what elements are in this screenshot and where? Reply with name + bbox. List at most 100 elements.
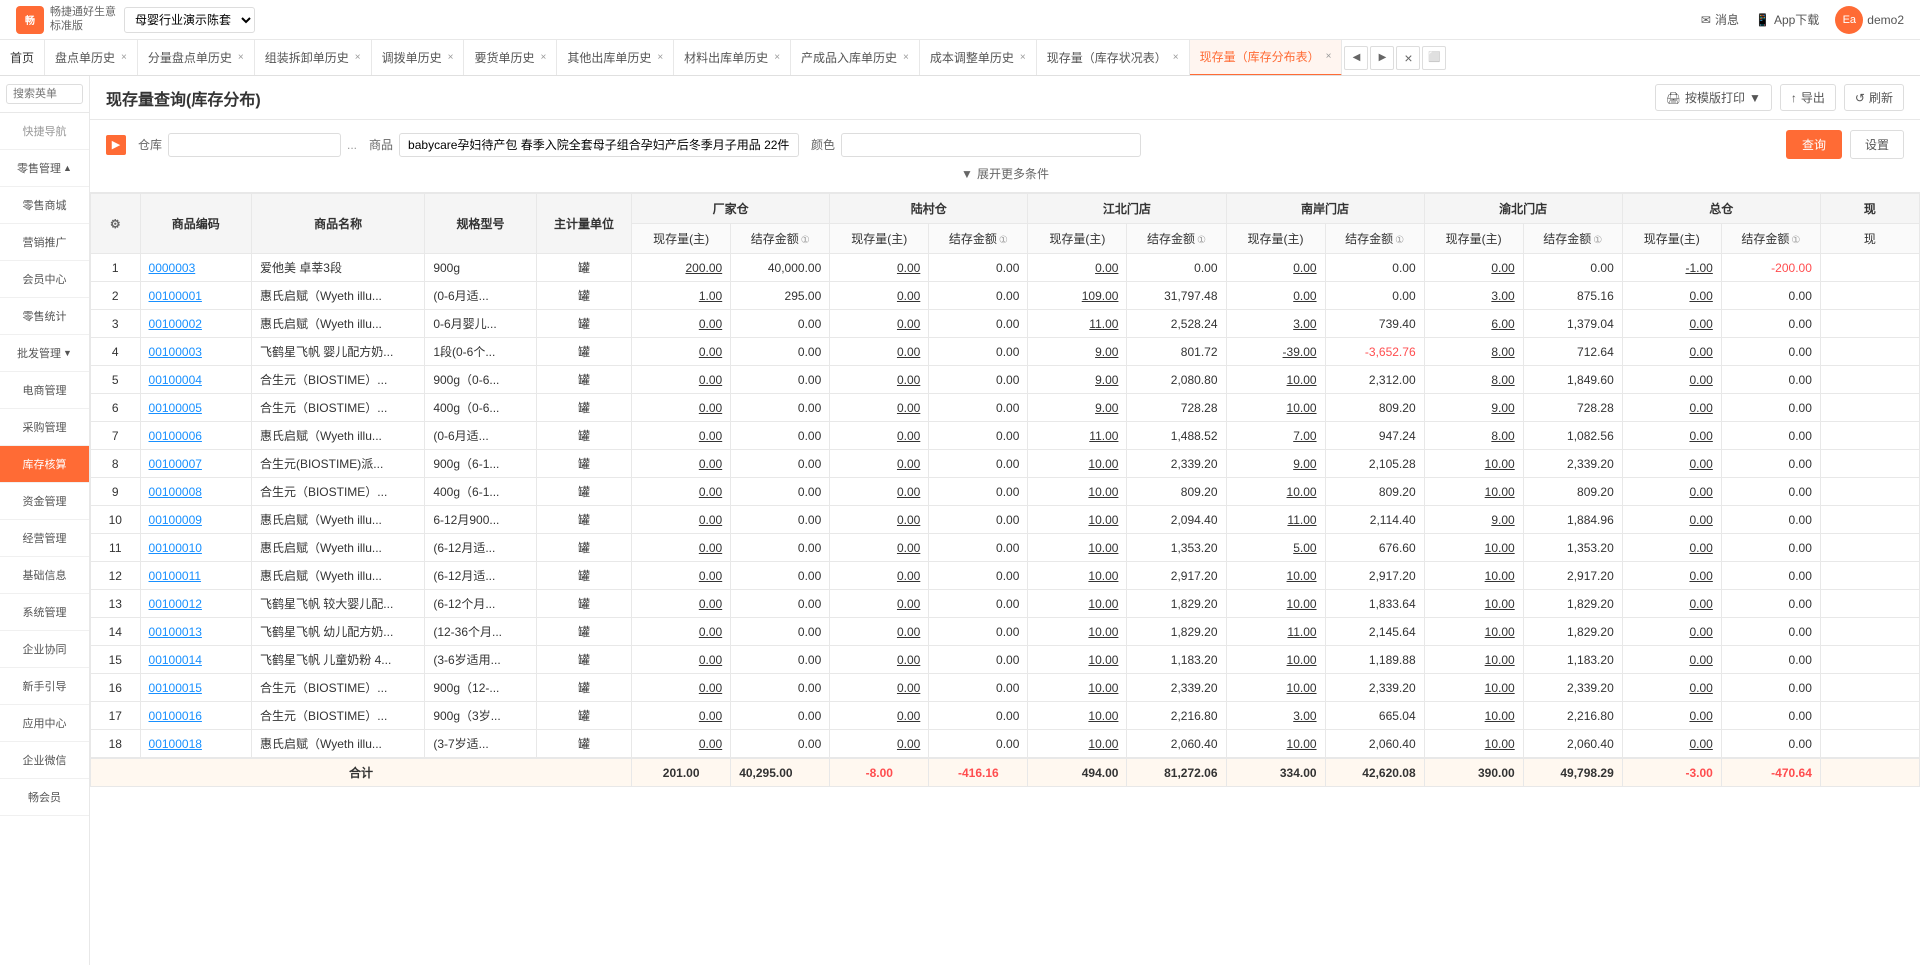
cell-code[interactable]: 00100006 (140, 422, 251, 450)
tab-9[interactable]: 成本调整单历史 × (920, 40, 1037, 76)
warehouse-input[interactable] (168, 133, 341, 157)
sidebar-item-member2[interactable]: 畅会员 (0, 779, 89, 816)
cell-factory-qty[interactable]: 0.00 (632, 702, 731, 730)
tab-expand-btn[interactable]: ⬜ (1422, 46, 1446, 70)
cell-total-qty[interactable]: 0.00 (1622, 338, 1721, 366)
sidebar-item-system[interactable]: 系统管理 (0, 594, 89, 631)
tab-home[interactable]: 首页 (0, 40, 45, 76)
cell-code[interactable]: 00100014 (140, 646, 251, 674)
cell-luccun-qty[interactable]: 0.00 (830, 646, 929, 674)
cell-factory-qty[interactable]: 0.00 (632, 618, 731, 646)
cell-code[interactable]: 00100008 (140, 478, 251, 506)
sidebar-item-guide[interactable]: 新手引导 (0, 668, 89, 705)
filter-arrow-btn[interactable]: ▶ (106, 135, 126, 155)
cell-luccun-qty[interactable]: 0.00 (830, 506, 929, 534)
tab-close-10[interactable]: × (1173, 52, 1179, 63)
cell-luccun-qty[interactable]: 0.00 (830, 338, 929, 366)
cell-factory-qty[interactable]: 0.00 (632, 478, 731, 506)
cell-code[interactable]: 00100015 (140, 674, 251, 702)
export-btn[interactable]: ↑ 导出 (1780, 84, 1836, 111)
cell-jiangbei-qty[interactable]: 9.00 (1028, 366, 1127, 394)
cell-yubei-qty[interactable]: 10.00 (1424, 702, 1523, 730)
cell-total-qty[interactable]: 0.00 (1622, 618, 1721, 646)
cell-jiangbei-qty[interactable]: 10.00 (1028, 534, 1127, 562)
cell-total-qty[interactable]: 0.00 (1622, 366, 1721, 394)
cell-code[interactable]: 00100016 (140, 702, 251, 730)
cell-nanan-qty[interactable]: 10.00 (1226, 590, 1325, 618)
cell-total-qty[interactable]: 0.00 (1622, 310, 1721, 338)
tab-8[interactable]: 产成品入库单历史 × (791, 40, 920, 76)
cell-factory-qty[interactable]: 0.00 (632, 366, 731, 394)
cell-factory-qty[interactable]: 0.00 (632, 730, 731, 759)
cell-yubei-qty[interactable]: 6.00 (1424, 310, 1523, 338)
cell-luccun-qty[interactable]: 0.00 (830, 674, 929, 702)
cell-luccun-qty[interactable]: 0.00 (830, 422, 929, 450)
cell-factory-qty[interactable]: 0.00 (632, 506, 731, 534)
cell-luccun-qty[interactable]: 0.00 (830, 534, 929, 562)
cell-nanan-qty[interactable]: 10.00 (1226, 478, 1325, 506)
cell-luccun-qty[interactable]: 0.00 (830, 394, 929, 422)
cell-total-qty[interactable]: 0.00 (1622, 702, 1721, 730)
cell-code[interactable]: 00100012 (140, 590, 251, 618)
cell-jiangbei-qty[interactable]: 10.00 (1028, 562, 1127, 590)
cell-nanan-qty[interactable]: 7.00 (1226, 422, 1325, 450)
refresh-btn[interactable]: ↺ 刷新 (1844, 84, 1904, 111)
cell-jiangbei-qty[interactable]: 9.00 (1028, 394, 1127, 422)
tab-7[interactable]: 材料出库单历史 × (674, 40, 791, 76)
table-container[interactable]: ⚙ 商品编码 商品名称 规格型号 主计量单位 厂家仓 陆村仓 江北门店 南岸门店… (90, 193, 1920, 965)
goods-input[interactable] (399, 133, 799, 157)
cell-nanan-qty[interactable]: 10.00 (1226, 366, 1325, 394)
cell-nanan-qty[interactable]: 11.00 (1226, 618, 1325, 646)
sidebar-item-quicknav[interactable]: 快捷导航 (0, 113, 89, 150)
cell-total-qty[interactable]: 0.00 (1622, 590, 1721, 618)
cell-code[interactable]: 00100013 (140, 618, 251, 646)
cell-luccun-qty[interactable]: 0.00 (830, 478, 929, 506)
tab-close-8[interactable]: × (903, 52, 909, 63)
sidebar-item-operations[interactable]: 经营管理 (0, 520, 89, 557)
tab-1[interactable]: 盘点单历史 × (45, 40, 138, 76)
cell-code[interactable]: 00100010 (140, 534, 251, 562)
cell-yubei-qty[interactable]: 10.00 (1424, 590, 1523, 618)
cell-jiangbei-qty[interactable]: 11.00 (1028, 422, 1127, 450)
sidebar-item-wechat-work[interactable]: 企业微信 (0, 742, 89, 779)
tab-close-7[interactable]: × (774, 52, 780, 63)
cell-factory-qty[interactable]: 0.00 (632, 422, 731, 450)
cell-yubei-qty[interactable]: 8.00 (1424, 422, 1523, 450)
sidebar-item-wholesale-mgmt[interactable]: 批发管理 ▼ (0, 335, 89, 372)
cell-total-qty[interactable]: 0.00 (1622, 282, 1721, 310)
cell-luccun-qty[interactable]: 0.00 (830, 730, 929, 759)
cell-total-qty[interactable]: 0.00 (1622, 506, 1721, 534)
cell-yubei-qty[interactable]: 10.00 (1424, 450, 1523, 478)
cell-nanan-qty[interactable]: 10.00 (1226, 674, 1325, 702)
tab-close-2[interactable]: × (238, 52, 244, 63)
cell-jiangbei-qty[interactable]: 10.00 (1028, 450, 1127, 478)
cell-yubei-qty[interactable]: 9.00 (1424, 506, 1523, 534)
cell-yubei-qty[interactable]: 9.00 (1424, 394, 1523, 422)
tab-close-all-btn[interactable]: × (1396, 46, 1420, 70)
sidebar-item-retail-mgmt[interactable]: 零售管理 ▲ (0, 150, 89, 187)
cell-total-qty[interactable]: 0.00 (1622, 534, 1721, 562)
app-download-btn[interactable]: 📱 App下载 (1755, 11, 1819, 28)
cell-nanan-qty[interactable]: 0.00 (1226, 254, 1325, 282)
cell-nanan-qty[interactable]: 9.00 (1226, 450, 1325, 478)
sidebar-item-retail-stats[interactable]: 零售统计 (0, 298, 89, 335)
cell-yubei-qty[interactable]: 10.00 (1424, 646, 1523, 674)
cell-total-qty[interactable]: 0.00 (1622, 478, 1721, 506)
cell-luccun-qty[interactable]: 0.00 (830, 618, 929, 646)
cell-nanan-qty[interactable]: 11.00 (1226, 506, 1325, 534)
cell-nanan-qty[interactable]: 3.00 (1226, 702, 1325, 730)
cell-luccun-qty[interactable]: 0.00 (830, 310, 929, 338)
cell-total-qty[interactable]: 0.00 (1622, 450, 1721, 478)
sidebar-item-finance[interactable]: 资金管理 (0, 483, 89, 520)
cell-jiangbei-qty[interactable]: 10.00 (1028, 674, 1127, 702)
cell-nanan-qty[interactable]: 10.00 (1226, 394, 1325, 422)
cell-code[interactable]: 00100018 (140, 730, 251, 759)
tab-4[interactable]: 调拨单历史 × (372, 40, 465, 76)
industry-selector[interactable]: 母婴行业演示陈套 (124, 7, 255, 33)
tab-11[interactable]: 现存量（库存分布表） × (1190, 40, 1343, 76)
sidebar-item-retail-mall[interactable]: 零售商城 (0, 187, 89, 224)
cell-code[interactable]: 00100009 (140, 506, 251, 534)
cell-yubei-qty[interactable]: 3.00 (1424, 282, 1523, 310)
warehouse-dots[interactable]: ... (347, 138, 357, 152)
tab-2[interactable]: 分量盘点单历史 × (138, 40, 255, 76)
